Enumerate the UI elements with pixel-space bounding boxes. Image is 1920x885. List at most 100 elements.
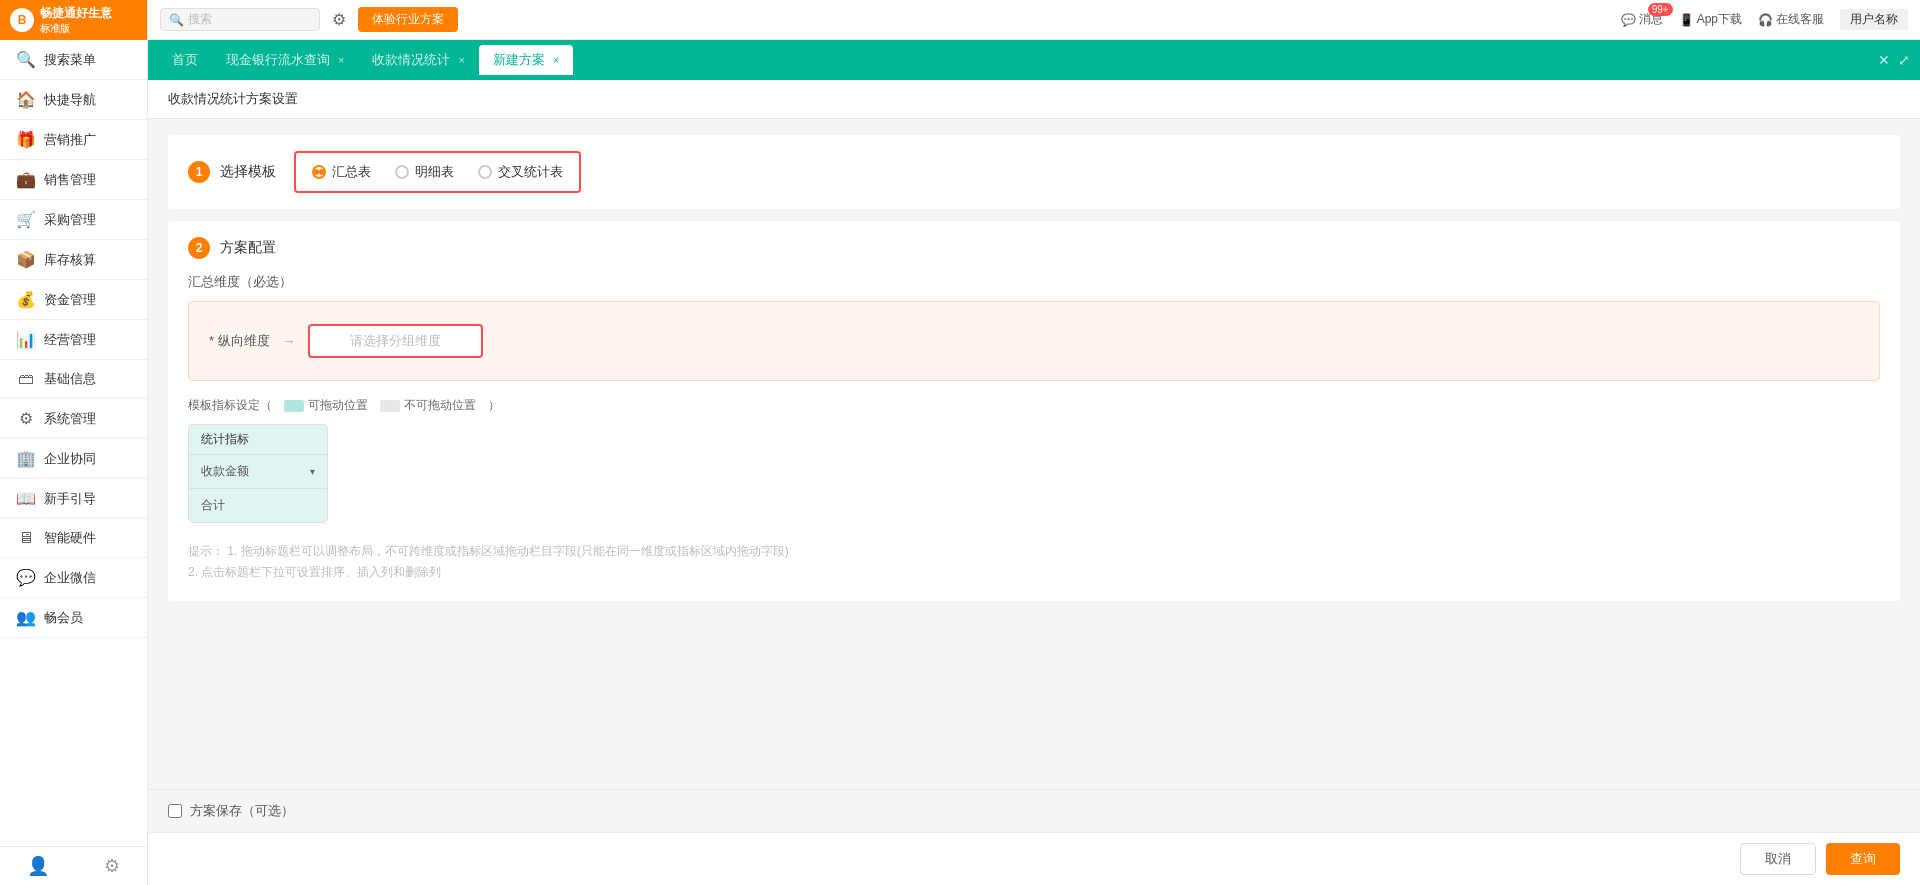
- radio-detail-label: 明细表: [415, 163, 454, 181]
- sidebar-item-sales[interactable]: 💼 销售管理: [0, 160, 147, 200]
- sidebar-item-quicknav[interactable]: 🏠 快捷导航: [0, 80, 147, 120]
- sidebar-item-system[interactable]: ⚙ 系统管理: [0, 399, 147, 439]
- enterprise-icon: 🏢: [16, 449, 36, 468]
- search-icon: 🔍: [16, 50, 36, 69]
- stat-indicator-label: 统计指标: [201, 431, 249, 448]
- indicator-title-text: 模板指标设定（: [188, 397, 272, 414]
- inventory-icon: 📦: [16, 250, 36, 269]
- sidebar-bottom-icon2[interactable]: ⚙: [104, 855, 120, 877]
- dimension-title: 汇总维度（必选）: [188, 273, 1880, 291]
- draggable-color-box: [284, 400, 304, 412]
- sidebar-item-purchase[interactable]: 🛒 采购管理: [0, 200, 147, 240]
- query-button[interactable]: 查询: [1826, 843, 1900, 875]
- sidebar-item-member[interactable]: 👥 畅会员: [0, 598, 147, 638]
- total-label: 合计: [201, 498, 225, 512]
- sidebar-label-system: 系统管理: [44, 410, 96, 428]
- user-icon: 👤: [27, 855, 49, 877]
- tab-cashflow-close[interactable]: ×: [338, 54, 344, 66]
- sidebar-item-search[interactable]: 🔍 搜索菜单: [0, 40, 147, 80]
- sidebar-bottom: 👤 ⚙: [0, 846, 147, 885]
- notification-badge[interactable]: 💬 消息 99+: [1621, 11, 1663, 28]
- sidebar-label-wechat: 企业微信: [44, 569, 96, 587]
- cancel-button[interactable]: 取消: [1740, 843, 1816, 875]
- sidebar-label-basic: 基础信息: [44, 370, 96, 388]
- username-display: 用户名称: [1840, 9, 1908, 30]
- sidebar-label-purchase: 采购管理: [44, 211, 96, 229]
- vertical-label: * 纵向维度: [209, 332, 270, 350]
- sales-icon: 💼: [16, 170, 36, 189]
- sidebar-item-marketing[interactable]: 🎁 营销推广: [0, 120, 147, 160]
- tip-1: 提示： 1. 拖动标题栏可以调整布局，不可跨维度或指标区域拖动栏目字段(只能在同…: [188, 543, 1880, 560]
- page-content: 收款情况统计方案设置 1 选择模板 汇总表: [148, 80, 1920, 832]
- radio-cross-circle: [478, 165, 492, 179]
- hardware-icon: 🖥: [16, 529, 36, 547]
- topbar-search-box[interactable]: 🔍 搜索: [160, 8, 320, 31]
- close-paren: ）: [488, 397, 500, 414]
- indicator-note: 模板指标设定（ 可拖动位置 不可拖动位置 ）: [188, 397, 1880, 414]
- settings-icon: ⚙: [104, 855, 120, 877]
- radio-detail[interactable]: 明细表: [395, 163, 454, 181]
- sidebar-item-guide[interactable]: 📖 新手引导: [0, 479, 147, 519]
- dimension-dropdown[interactable]: 请选择分组维度: [308, 324, 483, 358]
- tab-cashflow-label: 现金银行流水查询: [226, 51, 330, 69]
- tab-collection-close[interactable]: ×: [458, 54, 464, 66]
- tab-newplan-label: 新建方案: [493, 51, 545, 69]
- save-checkbox[interactable]: [168, 804, 182, 818]
- sidebar-item-enterprise[interactable]: 🏢 企业协同: [0, 439, 147, 479]
- page-title: 收款情况统计方案设置: [168, 91, 298, 106]
- draggable-label: 可拖动位置: [308, 397, 368, 414]
- sidebar-label-operations: 经营管理: [44, 331, 96, 349]
- legend-draggable: 可拖动位置: [284, 397, 368, 414]
- main-area: 🔍 搜索 ⚙ 体验行业方案 💬 消息 99+ 📱 App下载 🎧 在线客服 用户…: [148, 0, 1920, 885]
- sidebar-bottom-icon1[interactable]: 👤: [27, 855, 49, 877]
- sidebar-item-inventory[interactable]: 📦 库存核算: [0, 240, 147, 280]
- sidebar-label-guide: 新手引导: [44, 490, 96, 508]
- radio-summary[interactable]: 汇总表: [312, 163, 371, 181]
- tab-home[interactable]: 首页: [158, 45, 212, 75]
- tab-newplan-close[interactable]: ×: [553, 54, 559, 66]
- sidebar-label-sales: 销售管理: [44, 171, 96, 189]
- indicator-table: 统计指标 收款金额 ▾ 合计: [188, 424, 328, 523]
- step2-badge: 2: [188, 237, 210, 259]
- tab-newplan[interactable]: 新建方案 ×: [479, 45, 573, 75]
- trial-btn[interactable]: 体验行业方案: [358, 7, 458, 32]
- sidebar-item-finance[interactable]: 💰 资金管理: [0, 280, 147, 320]
- save-label: 方案保存（可选）: [190, 802, 294, 820]
- sidebar-item-operations[interactable]: 📊 经营管理: [0, 320, 147, 360]
- close-window-icon[interactable]: ✕: [1878, 52, 1890, 68]
- total-cell: 合计: [189, 488, 327, 522]
- gear-icon[interactable]: ⚙: [332, 10, 346, 29]
- logo-text: 畅捷通好生意: [40, 5, 112, 22]
- tab-collection[interactable]: 收款情况统计 ×: [358, 45, 478, 75]
- expand-icon[interactable]: ⤢: [1898, 52, 1910, 68]
- operations-icon: 📊: [16, 330, 36, 349]
- service-link[interactable]: 🎧 在线客服: [1758, 11, 1824, 28]
- tab-collection-label: 收款情况统计: [372, 51, 450, 69]
- dimension-area: * 纵向维度 → 请选择分组维度: [188, 301, 1880, 381]
- sidebar-item-hardware[interactable]: 🖥 智能硬件: [0, 519, 147, 558]
- guide-icon: 📖: [16, 489, 36, 508]
- sidebar-item-basic[interactable]: 🗃 基础信息: [0, 360, 147, 399]
- step2-header: 2 方案配置: [188, 237, 1880, 259]
- sidebar-label-search: 搜索菜单: [44, 51, 96, 69]
- marketing-icon: 🎁: [16, 130, 36, 149]
- sidebar-label-enterprise: 企业协同: [44, 450, 96, 468]
- download-link[interactable]: 📱 App下载: [1679, 11, 1742, 28]
- action-bar: 取消 查询: [148, 832, 1920, 885]
- tab-home-label: 首页: [172, 51, 198, 69]
- amount-cell[interactable]: 收款金额 ▾: [189, 455, 327, 488]
- vertical-dimension-row: * 纵向维度 → 请选择分组维度: [209, 324, 483, 358]
- tips-area: 提示： 1. 拖动标题栏可以调整布局，不可跨维度或指标区域拖动栏目字段(只能在同…: [188, 543, 1880, 581]
- service-icon: 🎧: [1758, 13, 1773, 27]
- purchase-icon: 🛒: [16, 210, 36, 229]
- radio-cross[interactable]: 交叉统计表: [478, 163, 563, 181]
- sidebar-item-wechat[interactable]: 💬 企业微信: [0, 558, 147, 598]
- tab-cashflow[interactable]: 现金银行流水查询 ×: [212, 45, 358, 75]
- dimension-config: 汇总维度（必选） * 纵向维度 → 请选择分组维度: [188, 273, 1880, 381]
- fixed-color-box: [380, 400, 400, 412]
- dimension-placeholder-text: 请选择分组维度: [350, 332, 441, 350]
- step2-label: 方案配置: [220, 239, 276, 257]
- download-label: App下载: [1697, 11, 1742, 28]
- topbar: 🔍 搜索 ⚙ 体验行业方案 💬 消息 99+ 📱 App下载 🎧 在线客服 用户…: [148, 0, 1920, 40]
- home-icon: 🏠: [16, 90, 36, 109]
